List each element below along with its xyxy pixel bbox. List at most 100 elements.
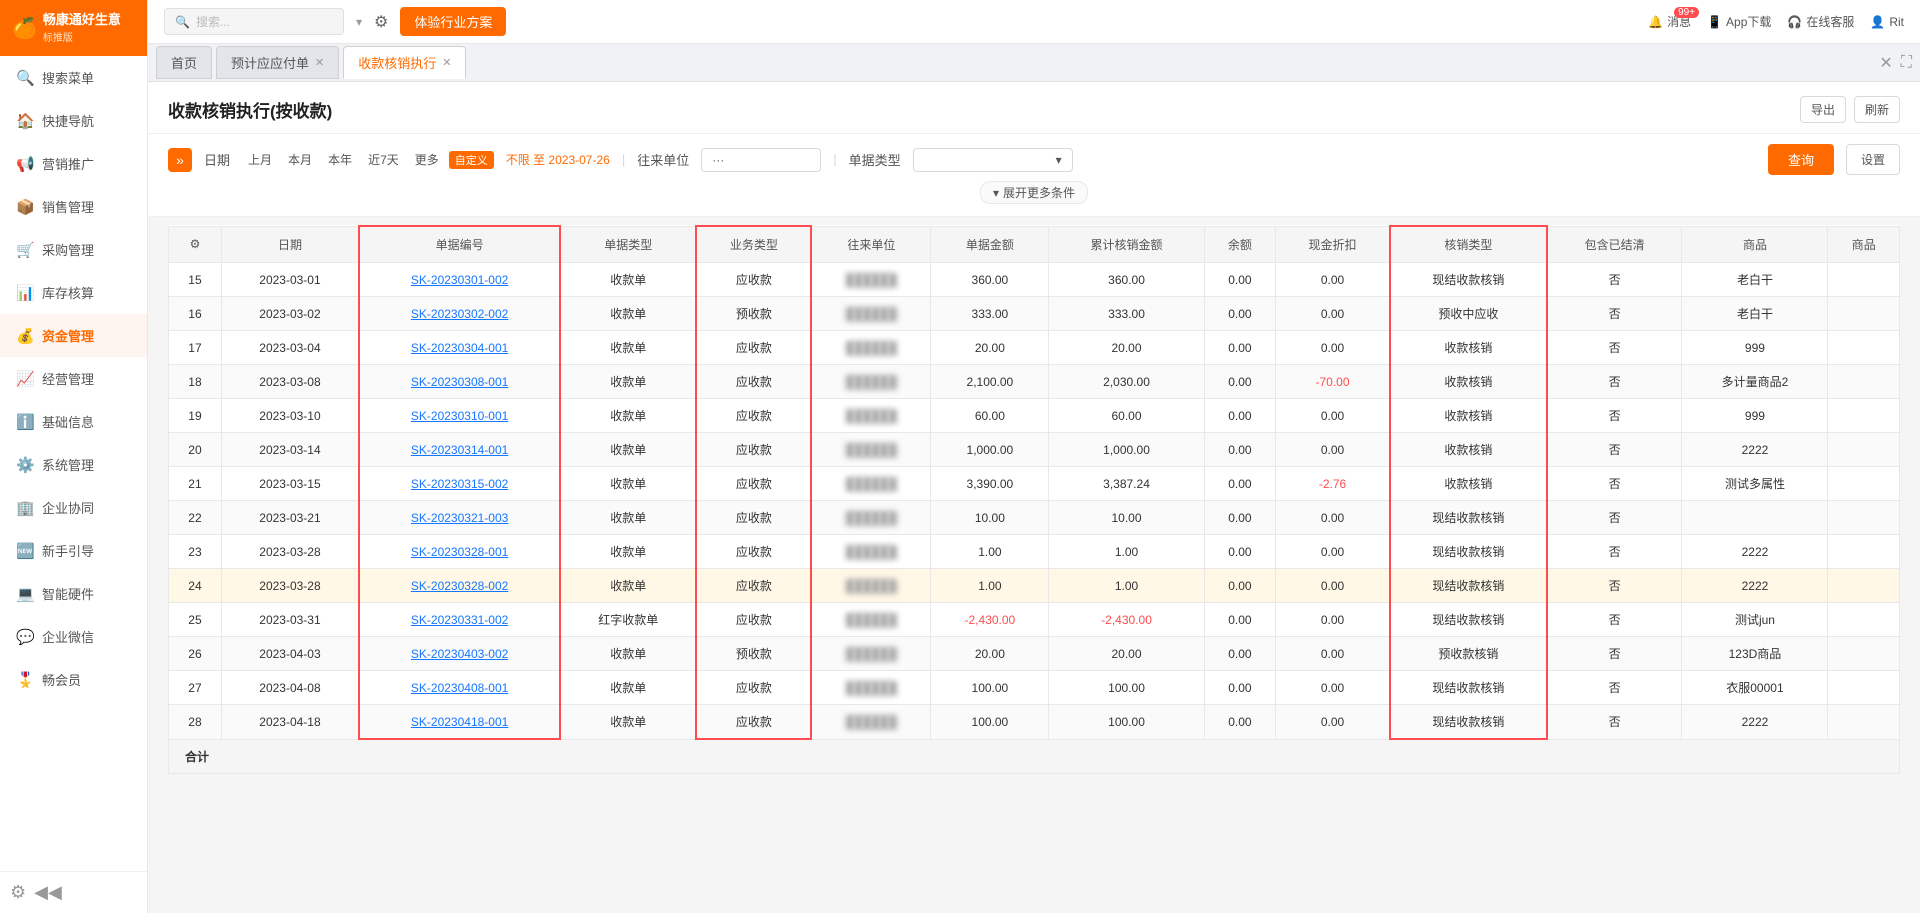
page-actions: 导出 刷新 bbox=[1800, 96, 1900, 123]
sidebar-item-sales[interactable]: 📦 销售管理 bbox=[0, 185, 147, 228]
th-date[interactable]: 日期 bbox=[221, 226, 359, 263]
app-download-btn[interactable]: 📱 App下载 bbox=[1707, 13, 1771, 30]
th-goods1[interactable]: 商品 bbox=[1682, 226, 1828, 263]
cell-voucher-type: 收款单 bbox=[560, 331, 696, 365]
code-link[interactable]: SK-20230314-001 bbox=[411, 443, 508, 457]
th-writeoff-type[interactable]: 核销类型 bbox=[1390, 226, 1547, 263]
th-balance[interactable]: 余额 bbox=[1204, 226, 1276, 263]
filter-expand-btn[interactable]: ▾ 展开更多条件 bbox=[980, 181, 1088, 204]
cell-balance: 0.00 bbox=[1204, 399, 1276, 433]
th-amount[interactable]: 单据金额 bbox=[931, 226, 1049, 263]
filter-voucher-select[interactable]: ▾ bbox=[913, 148, 1073, 172]
cell-no: 15 bbox=[169, 263, 222, 297]
settings-icon[interactable]: ⚙ bbox=[10, 882, 26, 903]
cell-business-type: 应收款 bbox=[696, 331, 811, 365]
code-link[interactable]: SK-20230328-002 bbox=[411, 579, 508, 593]
collapse-icon[interactable]: ◀◀ bbox=[34, 882, 62, 903]
refresh-btn[interactable]: 刷新 bbox=[1854, 96, 1900, 123]
cell-business-type: 应收款 bbox=[696, 535, 811, 569]
cell-voucher-type: 收款单 bbox=[560, 535, 696, 569]
cell-counterparty: ██████ bbox=[811, 297, 930, 331]
code-link[interactable]: SK-20230403-002 bbox=[411, 647, 508, 661]
query-btn[interactable]: 查询 bbox=[1768, 144, 1834, 175]
maximize-icon[interactable]: ⛶ bbox=[1901, 54, 1912, 72]
sidebar-item-purchase[interactable]: 🛒 采购管理 bbox=[0, 228, 147, 271]
sidebar-item-label: 企业协同 bbox=[42, 498, 94, 517]
sidebar-item-member[interactable]: 🎖️ 畅会员 bbox=[0, 658, 147, 701]
close-all-icon[interactable]: ✕ bbox=[1879, 53, 1892, 73]
tab-home[interactable]: 首页 bbox=[156, 46, 212, 79]
th-goods2[interactable]: 商品 bbox=[1828, 226, 1900, 263]
sidebar-item-wechat[interactable]: 💬 企业微信 bbox=[0, 615, 147, 658]
sidebar-item-finance[interactable]: 💰 资金管理 bbox=[0, 314, 147, 357]
search-box[interactable]: 🔍 搜索... bbox=[164, 8, 344, 35]
code-link[interactable]: SK-20230308-001 bbox=[411, 375, 508, 389]
gear-icon[interactable]: ⚙ bbox=[374, 12, 388, 32]
dropdown-icon[interactable]: ▾ bbox=[356, 15, 362, 29]
filter-toggle-btn[interactable]: » bbox=[168, 148, 192, 172]
filter-more-dates[interactable]: 更多 bbox=[409, 149, 445, 170]
cell-goods2 bbox=[1828, 399, 1900, 433]
sidebar-item-quicknav[interactable]: 🏠 快捷导航 bbox=[0, 99, 147, 142]
sidebar-item-basic[interactable]: ℹ️ 基础信息 bbox=[0, 400, 147, 443]
filter-this-year[interactable]: 本年 bbox=[322, 149, 358, 170]
counterparty-value: ██████ bbox=[846, 307, 897, 321]
app-download-label: App下载 bbox=[1726, 13, 1771, 30]
cell-business-type: 应收款 bbox=[696, 467, 811, 501]
filter-last-month[interactable]: 上月 bbox=[242, 149, 278, 170]
th-voucher-type[interactable]: 单据类型 bbox=[560, 226, 696, 263]
th-writeoff-amount[interactable]: 累计核销金额 bbox=[1049, 226, 1204, 263]
sidebar-item-search[interactable]: 🔍 搜索菜单 bbox=[0, 56, 147, 99]
th-business-type[interactable]: 业务类型 bbox=[696, 226, 811, 263]
notification-btn[interactable]: 🔔 消息 99+ bbox=[1648, 13, 1691, 30]
cell-voucher-type: 收款单 bbox=[560, 501, 696, 535]
th-settings[interactable]: ⚙ bbox=[169, 226, 222, 263]
cell-goods1: 999 bbox=[1682, 399, 1828, 433]
cell-no: 19 bbox=[169, 399, 222, 433]
tab-receivable[interactable]: 预计应应付单 ✕ bbox=[216, 46, 339, 79]
th-code[interactable]: 单据编号 bbox=[359, 226, 560, 263]
cell-goods2 bbox=[1828, 467, 1900, 501]
sidebar-item-system[interactable]: ⚙️ 系统管理 bbox=[0, 443, 147, 486]
online-support-btn[interactable]: 🎧 在线客服 bbox=[1787, 13, 1854, 30]
page-title: 收款核销执行(按收款) bbox=[168, 97, 332, 122]
code-link[interactable]: SK-20230315-002 bbox=[411, 477, 508, 491]
code-link[interactable]: SK-20230328-001 bbox=[411, 545, 508, 559]
th-counterparty[interactable]: 往来单位 bbox=[811, 226, 930, 263]
code-link[interactable]: SK-20230418-001 bbox=[411, 715, 508, 729]
code-link[interactable]: SK-20230304-001 bbox=[411, 341, 508, 355]
tab-receivable-close[interactable]: ✕ bbox=[315, 56, 324, 69]
sidebar-item-operation[interactable]: 📈 经营管理 bbox=[0, 357, 147, 400]
industry-btn[interactable]: 体验行业方案 bbox=[400, 7, 506, 36]
cell-goods1: 老白干 bbox=[1682, 297, 1828, 331]
sidebar-item-enterprise[interactable]: 🏢 企业协同 bbox=[0, 486, 147, 529]
filter-this-month[interactable]: 本月 bbox=[282, 149, 318, 170]
th-cash-discount[interactable]: 现金折扣 bbox=[1276, 226, 1390, 263]
sidebar-item-marketing[interactable]: 📢 营销推广 bbox=[0, 142, 147, 185]
code-link[interactable]: SK-20230331-002 bbox=[411, 613, 508, 627]
filter-bar: » 日期 上月 本月 本年 近7天 更多 自定义 不限 至 2023-07-26… bbox=[148, 134, 1920, 217]
code-link[interactable]: SK-20230301-002 bbox=[411, 273, 508, 287]
tab-writeoff-close[interactable]: ✕ bbox=[442, 56, 451, 69]
tab-writeoff[interactable]: 收款核销执行 ✕ bbox=[343, 46, 466, 79]
user-avatar[interactable]: 👤 Rit bbox=[1870, 15, 1904, 29]
sidebar-item-guide[interactable]: 🆕 新手引导 bbox=[0, 529, 147, 572]
th-included[interactable]: 包含已结清 bbox=[1547, 226, 1682, 263]
sidebar-item-hardware[interactable]: 💻 智能硬件 bbox=[0, 572, 147, 615]
code-link[interactable]: SK-20230408-001 bbox=[411, 681, 508, 695]
code-link[interactable]: SK-20230321-003 bbox=[411, 511, 508, 525]
filter-last-7-days[interactable]: 近7天 bbox=[362, 149, 405, 170]
cell-goods1: 123D商品 bbox=[1682, 637, 1828, 671]
cell-date: 2023-03-28 bbox=[221, 569, 359, 603]
filter-custom-btn[interactable]: 自定义 bbox=[449, 151, 494, 169]
code-link[interactable]: SK-20230302-002 bbox=[411, 307, 508, 321]
sidebar-item-label: 库存核算 bbox=[42, 283, 94, 302]
code-link[interactable]: SK-20230310-001 bbox=[411, 409, 508, 423]
filter-settings-btn[interactable]: 设置 bbox=[1846, 144, 1900, 175]
cell-goods1: 2222 bbox=[1682, 569, 1828, 603]
inventory-icon: 📊 bbox=[16, 284, 34, 302]
sidebar-item-label: 新手引导 bbox=[42, 541, 94, 560]
sidebar-item-inventory[interactable]: 📊 库存核算 bbox=[0, 271, 147, 314]
filter-counterparty-select[interactable]: ··· bbox=[701, 148, 821, 172]
export-btn[interactable]: 导出 bbox=[1800, 96, 1846, 123]
